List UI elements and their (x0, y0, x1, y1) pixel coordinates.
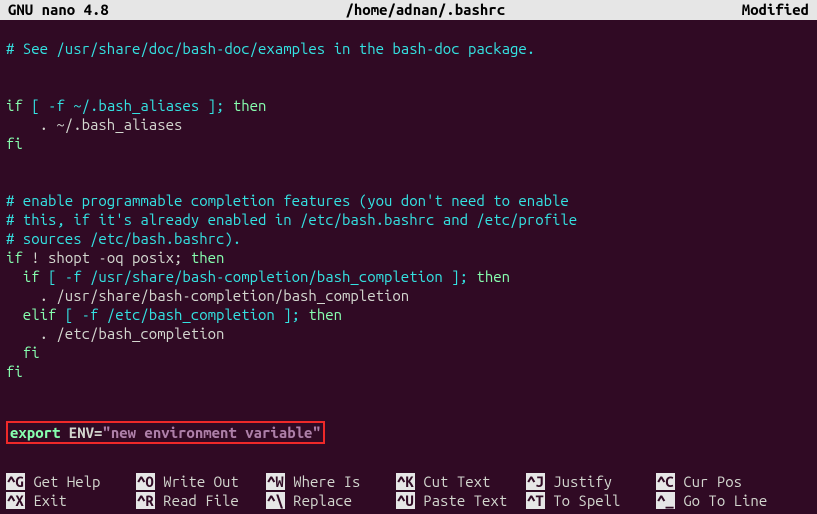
highlighted-export-line: export ENV="new environment variable" (6, 421, 325, 444)
shortcut-key: ^O (136, 473, 155, 490)
shortcut-item[interactable]: ^K Cut Text (396, 472, 526, 491)
shortcut-item[interactable]: ^C Cur Pos (656, 472, 786, 491)
shortcut-key: ^G (6, 473, 25, 490)
keyword-fi: fi (6, 363, 23, 380)
keyword-fi: fi (6, 344, 40, 361)
comment-line: # this, if it's already enabled in /etc/… (6, 211, 577, 228)
shortcut-label: Go To Line (675, 492, 767, 509)
keyword-then: then (191, 249, 225, 266)
shortcut-item[interactable]: ^X Exit (6, 491, 136, 510)
shortcut-key: ^W (266, 473, 285, 490)
shortcut-label: Replace (285, 492, 352, 509)
keyword-then: then (233, 97, 267, 114)
shortcut-row: ^X Exit^R Read File^\ Replace^U Paste Te… (6, 491, 811, 510)
shortcut-key: ^C (656, 473, 675, 490)
shortcut-key: ^R (136, 492, 155, 509)
comment-line: # See /usr/share/doc/bash-doc/examples i… (6, 40, 535, 57)
code-text: ! shopt -oq posix; (23, 249, 191, 266)
shortcut-label: Get Help (25, 473, 101, 490)
env-assignment: ENV= (60, 424, 102, 441)
shortcut-label: Cur Pos (675, 473, 742, 490)
keyword-if: if (6, 268, 40, 285)
shortcut-key: ^J (526, 473, 545, 490)
shortcut-label: Cut Text (415, 473, 491, 490)
app-name: GNU nano 4.8 (8, 0, 109, 20)
shortcut-item[interactable]: ^U Paste Text (396, 491, 526, 510)
string-quote: " (312, 424, 320, 441)
shortcut-key: ^\ (266, 492, 285, 509)
file-path: /home/adnan/.bashrc (109, 0, 742, 20)
code-text: [ -f /etc/bash_completion ]; (56, 306, 308, 323)
keyword-then: then (308, 306, 342, 323)
shortcut-key: ^X (6, 492, 25, 509)
shortcut-label: Paste Text (415, 492, 507, 509)
shortcut-label: Write Out (155, 473, 239, 490)
shortcut-label: Exit (25, 492, 67, 509)
shortcut-label: Read File (155, 492, 239, 509)
keyword-elif: elif (6, 306, 56, 323)
code-text: . ~/.bash_aliases (6, 116, 182, 133)
shortcut-bar: ^G Get Help^O Write Out^W Where Is^K Cut… (0, 472, 817, 514)
shortcut-label: To Spell (545, 492, 621, 509)
code-text: . /usr/share/bash-completion/bash_comple… (6, 287, 409, 304)
shortcut-row: ^G Get Help^O Write Out^W Where Is^K Cut… (6, 472, 811, 491)
keyword-then: then (476, 268, 510, 285)
keyword-fi: fi (6, 135, 23, 152)
shortcut-key: ^K (396, 473, 415, 490)
shortcut-item[interactable]: ^J Justify (526, 472, 656, 491)
string-value: new environment variable (111, 424, 313, 441)
keyword-export: export (10, 424, 60, 441)
shortcut-item[interactable]: ^\ Replace (266, 491, 396, 510)
keyword-if: if (6, 249, 23, 266)
comment-line: # enable programmable completion feature… (6, 192, 569, 209)
shortcut-item[interactable]: ^T To Spell (526, 491, 656, 510)
shortcut-key: ^_ (656, 492, 675, 509)
shortcut-label: Justify (545, 473, 612, 490)
comment-line: # sources /etc/bash.bashrc). (6, 230, 241, 247)
editor-area[interactable]: # See /usr/share/doc/bash-doc/examples i… (0, 20, 817, 444)
titlebar: GNU nano 4.8 /home/adnan/.bashrc Modifie… (0, 0, 817, 20)
code-text: [ -f ~/.bash_aliases ]; (23, 97, 233, 114)
modified-status: Modified (742, 0, 809, 20)
shortcut-item[interactable]: ^_ Go To Line (656, 491, 786, 510)
shortcut-item[interactable]: ^O Write Out (136, 472, 266, 491)
shortcut-item[interactable]: ^G Get Help (6, 472, 136, 491)
keyword-if: if (6, 97, 23, 114)
shortcut-item[interactable]: ^W Where Is (266, 472, 396, 491)
code-text: . /etc/bash_completion (6, 325, 224, 342)
shortcut-key: ^U (396, 492, 415, 509)
shortcut-key: ^T (526, 492, 545, 509)
code-text: [ -f /usr/share/bash-completion/bash_com… (40, 268, 477, 285)
string-quote: " (102, 424, 110, 441)
shortcut-item[interactable]: ^R Read File (136, 491, 266, 510)
shortcut-label: Where Is (285, 473, 361, 490)
